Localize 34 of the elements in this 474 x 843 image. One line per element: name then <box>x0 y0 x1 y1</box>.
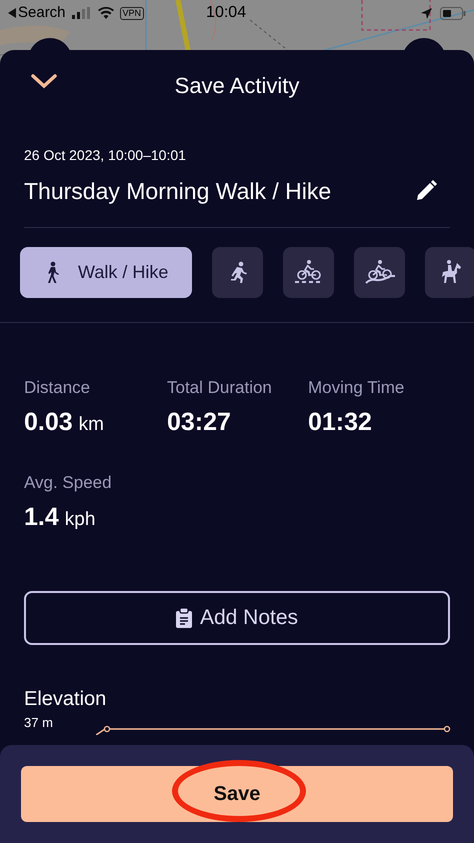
stat-label: Total Duration <box>167 376 273 398</box>
cyclist-on-slope-icon <box>364 259 396 285</box>
elevation-max-label: 37 m <box>24 714 53 732</box>
stat-value: 1.4 <box>24 502 59 533</box>
save-button[interactable]: Save <box>21 766 453 822</box>
sheet-title: Save Activity <box>174 72 300 100</box>
stat-label: Avg. Speed <box>24 472 113 494</box>
activity-type-button[interactable] <box>212 246 264 298</box>
activity-type-button[interactable] <box>354 246 406 298</box>
activity-date: 26 Oct 2023, 10:00–10:01 <box>24 146 187 165</box>
back-arrow-icon[interactable] <box>8 8 16 18</box>
activity-name: Thursday Morning Walk / Hike <box>24 177 332 206</box>
stat-value: 03:27 <box>167 407 231 438</box>
add-notes-button[interactable]: Add Notes <box>24 590 450 644</box>
chevron-down-icon <box>30 72 58 90</box>
collapse-button[interactable] <box>30 72 58 90</box>
back-link[interactable]: Search <box>18 2 66 24</box>
vpn-badge: VPN <box>120 6 144 20</box>
location-arrow-icon <box>421 8 432 18</box>
stat-unit: kph <box>64 508 96 532</box>
clipboard-icon <box>176 608 192 628</box>
elevation-title: Elevation <box>24 688 108 708</box>
wifi-icon <box>98 7 114 19</box>
signal-icon <box>72 7 92 19</box>
stat-label: Distance <box>24 376 92 398</box>
activity-type-button[interactable] <box>283 246 334 298</box>
activity-type-button[interactable] <box>425 246 474 298</box>
battery-icon <box>440 6 466 20</box>
stat-value: 0.03 <box>24 407 73 438</box>
stat-label: Moving Time <box>308 376 406 398</box>
status-time: 10:04 <box>206 3 246 23</box>
stat-unit: km <box>78 413 104 437</box>
stat-value: 01:32 <box>308 407 372 438</box>
activity-type-button[interactable]: Walk / Hike <box>20 246 192 298</box>
